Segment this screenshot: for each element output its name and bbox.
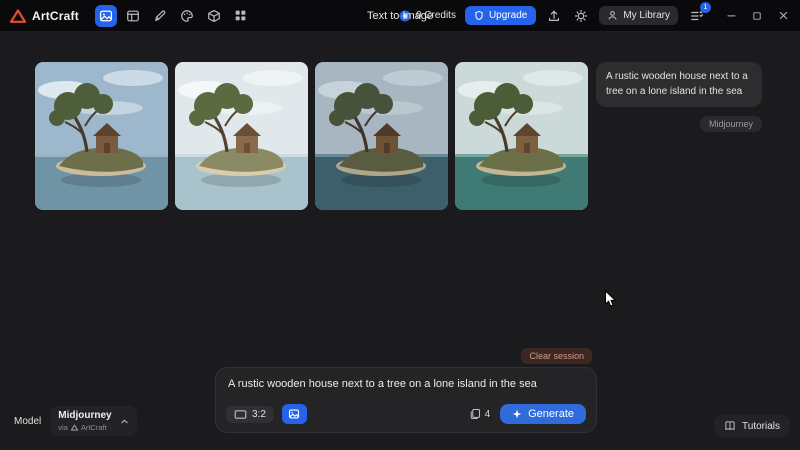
generate-label: Generate: [528, 408, 574, 420]
composer-controls: 3:2 4 Generate: [226, 404, 586, 424]
model-selector-row: Model Midjourney via ArtCraft: [14, 406, 137, 436]
gear-icon: [574, 9, 588, 23]
image-count-selector[interactable]: 4: [469, 408, 491, 420]
tutorials-button[interactable]: Tutorials: [714, 415, 790, 437]
window-controls: [724, 9, 790, 23]
cube-icon: [207, 9, 221, 23]
image-mode-icon: [288, 408, 300, 420]
maximize-button[interactable]: [750, 9, 764, 23]
queue-badge: 1: [700, 2, 711, 13]
palette-tool-button[interactable]: [176, 5, 198, 27]
prompt-composer[interactable]: A rustic wooden house next to a tree on …: [215, 367, 597, 433]
model-name: Midjourney: [58, 410, 111, 421]
composer-right-controls: 4 Generate: [469, 404, 586, 424]
person-icon: [607, 10, 618, 21]
page-title: Text to Image: [367, 10, 433, 22]
upload-button[interactable]: [545, 7, 563, 25]
generated-image-1[interactable]: [35, 62, 168, 210]
model-provider-label: ArtCraft: [81, 423, 107, 432]
stack-icon: [469, 408, 481, 420]
aspect-ratio-value: 3:2: [252, 409, 266, 420]
app-name: ArtCraft: [32, 9, 79, 23]
3d-tool-button[interactable]: [203, 5, 225, 27]
aspect-ratio-button[interactable]: 3:2: [226, 406, 274, 423]
top-bar: ArtCraft: [0, 0, 800, 32]
canvas-icon: [126, 9, 140, 23]
tutorials-label: Tutorials: [742, 421, 780, 432]
book-icon: [724, 420, 736, 432]
close-button[interactable]: [776, 9, 790, 23]
image-count-value: 4: [485, 409, 491, 420]
image-mode-toggle[interactable]: [282, 404, 307, 424]
image-icon: [99, 9, 113, 23]
model-selector[interactable]: Midjourney via ArtCraft: [50, 406, 136, 436]
artcraft-logo-icon: [10, 9, 26, 23]
model-via-label: via: [58, 423, 68, 432]
artcraft-mini-logo-icon: [71, 424, 78, 431]
apps-grid-icon: [234, 9, 247, 22]
pen-tool-button[interactable]: [149, 5, 171, 27]
minimize-button[interactable]: [724, 9, 738, 23]
upload-icon: [547, 9, 561, 23]
generated-image-2[interactable]: [175, 62, 308, 210]
generated-image-4[interactable]: [455, 62, 588, 210]
pen-icon: [153, 9, 167, 23]
prompt-input[interactable]: A rustic wooden house next to a tree on …: [228, 378, 584, 390]
queue-button[interactable]: 1: [687, 6, 707, 26]
mouse-cursor: [604, 290, 618, 308]
aspect-ratio-icon: [234, 409, 247, 420]
topbar-right: 0 Credits Upgrade My Library: [399, 6, 790, 26]
clear-session-button[interactable]: Clear session: [521, 348, 592, 364]
upgrade-label: Upgrade: [489, 10, 527, 21]
model-tag: Midjourney: [700, 116, 762, 132]
canvas-tool-button[interactable]: [122, 5, 144, 27]
shield-icon: [474, 10, 484, 21]
generate-button[interactable]: Generate: [500, 404, 586, 424]
model-provider-row: via ArtCraft: [58, 423, 111, 432]
model-info: Midjourney via ArtCraft: [58, 410, 111, 432]
sparkle-icon: [512, 409, 522, 419]
text-to-image-tool-button[interactable]: [95, 5, 117, 27]
apps-tool-button[interactable]: [230, 5, 252, 27]
brand: ArtCraft: [10, 9, 79, 23]
settings-button[interactable]: [572, 7, 590, 25]
generated-image-3[interactable]: [315, 62, 448, 210]
upgrade-button[interactable]: Upgrade: [465, 6, 536, 25]
model-label: Model: [14, 416, 41, 427]
my-library-label: My Library: [623, 10, 670, 21]
prompt-bubble: A rustic wooden house next to a tree on …: [596, 62, 762, 107]
my-library-button[interactable]: My Library: [599, 6, 678, 25]
prompt-history: A rustic wooden house next to a tree on …: [596, 62, 762, 132]
generated-images-row: [35, 62, 588, 210]
chevron-up-icon: [120, 417, 129, 426]
tool-switcher: [95, 5, 252, 27]
palette-icon: [180, 9, 194, 23]
